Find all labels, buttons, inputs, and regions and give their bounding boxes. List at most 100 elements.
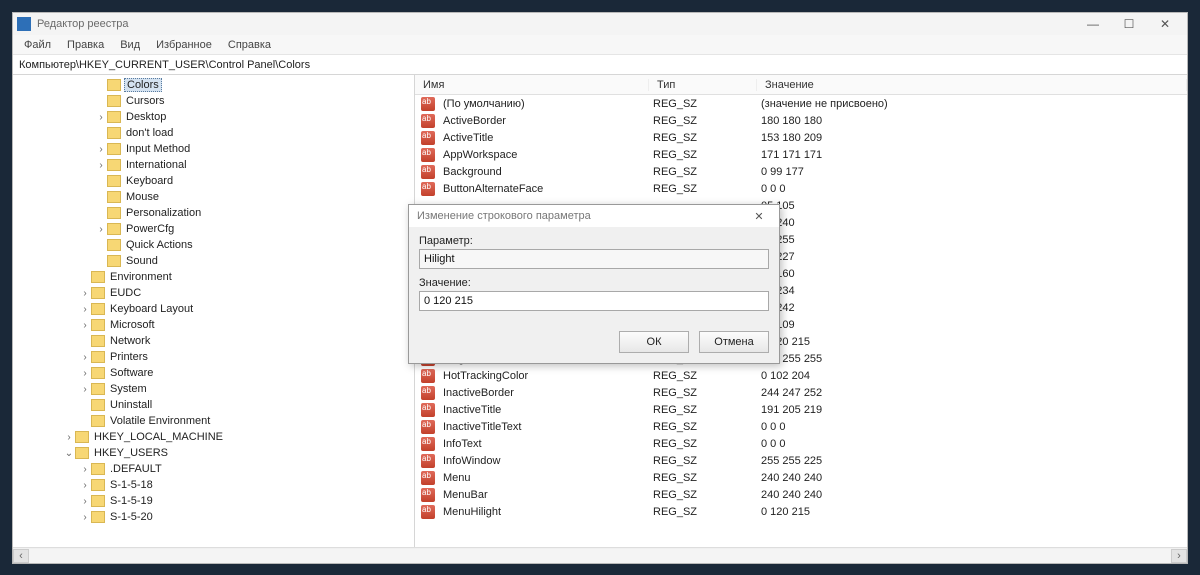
scroll-track[interactable]: [29, 549, 1171, 563]
expand-icon[interactable]: ›: [79, 384, 91, 395]
tree-item[interactable]: Colors: [13, 77, 414, 93]
tree-item-label: Printers: [108, 351, 150, 363]
cancel-button[interactable]: Отмена: [699, 331, 769, 353]
value-row[interactable]: HotTrackingColorREG_SZ0 102 204: [415, 367, 1187, 384]
expand-icon[interactable]: ⌄: [63, 448, 75, 459]
tree-item[interactable]: Keyboard: [13, 173, 414, 189]
expand-icon[interactable]: ›: [79, 352, 91, 363]
value-row[interactable]: InactiveTitleREG_SZ191 205 219: [415, 401, 1187, 418]
value-input[interactable]: [419, 291, 769, 311]
tree-item[interactable]: ›PowerCfg: [13, 221, 414, 237]
list-header[interactable]: Имя Тип Значение: [415, 75, 1187, 95]
value-row[interactable]: InactiveTitleTextREG_SZ0 0 0: [415, 418, 1187, 435]
value-row[interactable]: BackgroundREG_SZ0 99 177: [415, 163, 1187, 180]
close-button[interactable]: ✕: [1147, 15, 1183, 33]
tree-item[interactable]: Mouse: [13, 189, 414, 205]
scroll-right-icon[interactable]: ›: [1171, 549, 1187, 563]
tree-item[interactable]: Cursors: [13, 93, 414, 109]
col-name[interactable]: Имя: [415, 79, 649, 91]
string-value-icon: [421, 488, 435, 502]
tree-item[interactable]: don't load: [13, 125, 414, 141]
menu-view[interactable]: Вид: [113, 37, 147, 53]
tree-item-label: S-1-5-18: [108, 479, 155, 491]
dialog-close-icon[interactable]: ✕: [747, 210, 771, 223]
value-type: REG_SZ: [649, 132, 757, 144]
tree-item[interactable]: ›Keyboard Layout: [13, 301, 414, 317]
tree-item[interactable]: ›International: [13, 157, 414, 173]
col-type[interactable]: Тип: [649, 79, 757, 91]
value-name: ActiveTitle: [439, 132, 649, 144]
expand-icon[interactable]: ›: [79, 496, 91, 507]
folder-icon: [107, 127, 121, 139]
horizontal-scrollbar[interactable]: ‹ ›: [13, 547, 1187, 563]
value-type: REG_SZ: [649, 115, 757, 127]
value-row[interactable]: InfoTextREG_SZ0 0 0: [415, 435, 1187, 452]
expand-icon[interactable]: ›: [79, 480, 91, 491]
menu-favorites[interactable]: Избранное: [149, 37, 219, 53]
tree-item[interactable]: ›S-1-5-20: [13, 509, 414, 525]
expand-icon[interactable]: ›: [79, 368, 91, 379]
col-value[interactable]: Значение: [757, 79, 1187, 91]
ok-button[interactable]: ОК: [619, 331, 689, 353]
value-row[interactable]: MenuHilightREG_SZ0 120 215: [415, 503, 1187, 520]
value-type: REG_SZ: [649, 98, 757, 110]
value-name: InactiveTitleText: [439, 421, 649, 433]
value-row[interactable]: ActiveBorderREG_SZ180 180 180: [415, 112, 1187, 129]
expand-icon[interactable]: ›: [95, 112, 107, 123]
address-bar[interactable]: Компьютер\HKEY_CURRENT_USER\Control Pane…: [13, 55, 1187, 75]
tree-item[interactable]: ›S-1-5-19: [13, 493, 414, 509]
value-data: 0 120 215: [757, 336, 1187, 348]
folder-icon: [107, 191, 121, 203]
titlebar[interactable]: Редактор реестра — ☐ ✕: [13, 13, 1187, 35]
expand-icon[interactable]: ›: [63, 432, 75, 443]
tree-item[interactable]: Volatile Environment: [13, 413, 414, 429]
window-title: Редактор реестра: [37, 18, 1075, 30]
tree-item[interactable]: ›Input Method: [13, 141, 414, 157]
value-row[interactable]: ButtonAlternateFaceREG_SZ0 0 0: [415, 180, 1187, 197]
value-data: 0 102 204: [757, 370, 1187, 382]
tree-item[interactable]: › Printers: [13, 349, 414, 365]
value-row[interactable]: MenuREG_SZ240 240 240: [415, 469, 1187, 486]
value-row[interactable]: ActiveTitleREG_SZ153 180 209: [415, 129, 1187, 146]
tree-item[interactable]: Network: [13, 333, 414, 349]
tree-item[interactable]: ›System: [13, 381, 414, 397]
value-data: 171 171 171: [757, 149, 1187, 161]
expand-icon[interactable]: ›: [95, 144, 107, 155]
menu-file[interactable]: Файл: [17, 37, 58, 53]
value-row[interactable]: InfoWindowREG_SZ255 255 225: [415, 452, 1187, 469]
tree-item[interactable]: Sound: [13, 253, 414, 269]
tree-item[interactable]: › S-1-5-18: [13, 477, 414, 493]
tree-item[interactable]: ›.DEFAULT: [13, 461, 414, 477]
tree-item[interactable]: ›HKEY_LOCAL_MACHINE: [13, 429, 414, 445]
scroll-left-icon[interactable]: ‹: [13, 549, 29, 563]
expand-icon[interactable]: ›: [79, 512, 91, 523]
tree-item[interactable]: Environment: [13, 269, 414, 285]
tree-item[interactable]: ›Desktop: [13, 109, 414, 125]
value-row[interactable]: MenuBarREG_SZ240 240 240: [415, 486, 1187, 503]
tree-item[interactable]: › Software: [13, 365, 414, 381]
expand-icon[interactable]: ›: [95, 224, 107, 235]
value-data: 60 160: [757, 268, 1187, 280]
expand-icon[interactable]: ›: [79, 464, 91, 475]
expand-icon[interactable]: ›: [79, 304, 91, 315]
dialog-titlebar[interactable]: Изменение строкового параметра ✕: [409, 205, 779, 227]
tree-pane[interactable]: ColorsCursors›Desktopdon't load›Input Me…: [13, 75, 415, 547]
tree-item[interactable]: Uninstall: [13, 397, 414, 413]
expand-icon[interactable]: ›: [79, 320, 91, 331]
tree-item[interactable]: Personalization: [13, 205, 414, 221]
tree-item-label: Software: [108, 367, 155, 379]
value-row[interactable]: (По умолчанию)REG_SZ(значение не присвое…: [415, 95, 1187, 112]
menu-edit[interactable]: Правка: [60, 37, 111, 53]
menu-help[interactable]: Справка: [221, 37, 278, 53]
minimize-button[interactable]: —: [1075, 15, 1111, 33]
expand-icon[interactable]: ›: [95, 160, 107, 171]
tree-item[interactable]: ›Microsoft: [13, 317, 414, 333]
tree-item[interactable]: ⌄HKEY_USERS: [13, 445, 414, 461]
tree-item[interactable]: ›EUDC: [13, 285, 414, 301]
value-data: 240 240 240: [757, 489, 1187, 501]
tree-item[interactable]: Quick Actions: [13, 237, 414, 253]
value-row[interactable]: InactiveBorderREG_SZ244 247 252: [415, 384, 1187, 401]
expand-icon[interactable]: ›: [79, 288, 91, 299]
maximize-button[interactable]: ☐: [1111, 15, 1147, 33]
value-row[interactable]: AppWorkspaceREG_SZ171 171 171: [415, 146, 1187, 163]
